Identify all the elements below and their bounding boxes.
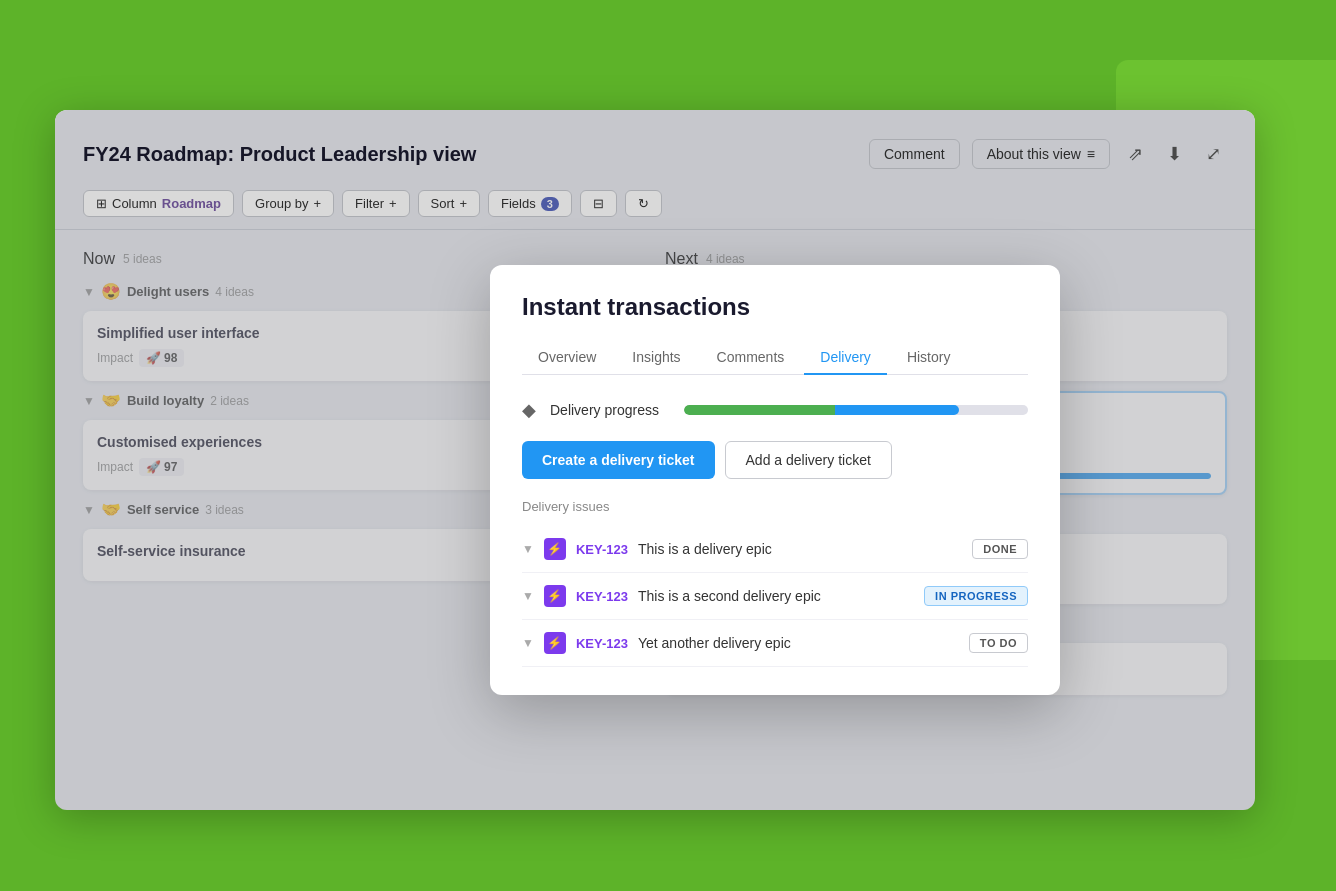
issue-key-0[interactable]: KEY-123 [576,542,628,557]
tab-delivery[interactable]: Delivery [804,341,887,375]
issue-chevron-1[interactable]: ▼ [522,589,534,603]
issue-title-2: Yet another delivery epic [638,635,959,651]
delivery-progress-row: ◆ Delivery progress [522,399,1028,421]
delivery-issue-row-0: ▼ ⚡ KEY-123 This is a delivery epic DONE [522,526,1028,573]
modal-title: Instant transactions [522,293,1028,321]
modal-overlay: Instant transactions Overview Insights C… [55,110,1255,810]
issue-title-0: This is a delivery epic [638,541,962,557]
issue-chevron-2[interactable]: ▼ [522,636,534,650]
tab-history[interactable]: History [891,341,967,375]
app-window: FY24 Roadmap: Product Leadership view Co… [55,110,1255,810]
delivery-issues-label: Delivery issues [522,499,1028,514]
delivery-issue-row-1: ▼ ⚡ KEY-123 This is a second delivery ep… [522,573,1028,620]
action-buttons: Create a delivery ticket Add a delivery … [522,441,1028,479]
issue-key-2[interactable]: KEY-123 [576,636,628,651]
progress-label: Delivery progress [550,402,670,418]
diamond-icon: ◆ [522,399,536,421]
status-badge-0: DONE [972,539,1028,559]
tab-insights[interactable]: Insights [616,341,696,375]
progress-bar-fill [684,405,959,415]
issue-icon-0: ⚡ [544,538,566,560]
create-delivery-ticket-button[interactable]: Create a delivery ticket [522,441,715,479]
status-badge-1: IN PROGRESS [924,586,1028,606]
issue-key-1[interactable]: KEY-123 [576,589,628,604]
instant-transactions-modal: Instant transactions Overview Insights C… [490,265,1060,695]
issue-icon-2: ⚡ [544,632,566,654]
tab-overview[interactable]: Overview [522,341,612,375]
tab-comments[interactable]: Comments [701,341,801,375]
issue-icon-1: ⚡ [544,585,566,607]
status-badge-2: TO DO [969,633,1028,653]
issue-title-1: This is a second delivery epic [638,588,914,604]
delivery-issue-row-2: ▼ ⚡ KEY-123 Yet another delivery epic TO… [522,620,1028,667]
modal-tabs: Overview Insights Comments Delivery Hist… [522,341,1028,375]
progress-bar-container [684,405,1028,415]
add-delivery-ticket-button[interactable]: Add a delivery ticket [725,441,892,479]
issue-chevron-0[interactable]: ▼ [522,542,534,556]
